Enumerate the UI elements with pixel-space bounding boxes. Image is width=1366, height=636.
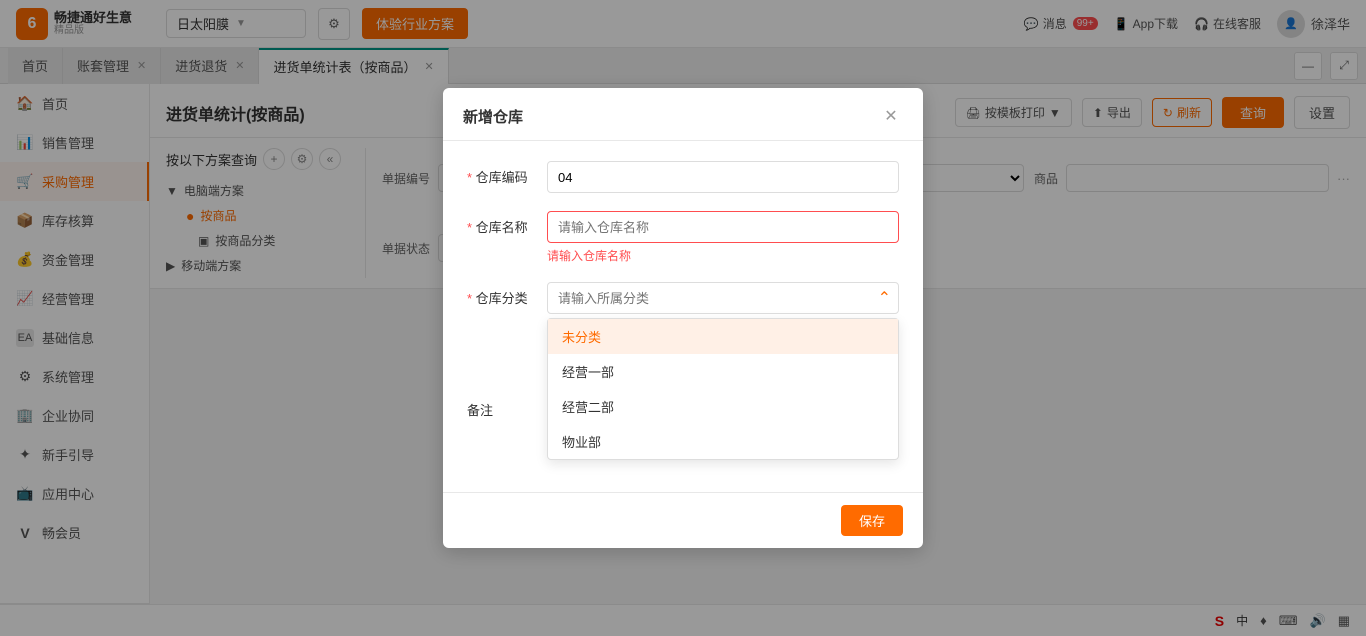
code-control [547, 161, 899, 193]
add-warehouse-dialog: 新增仓库 ✕ 仓库编码 仓库名称 请输入仓库名称 仓库分类 [443, 88, 923, 548]
category-input[interactable] [547, 282, 899, 314]
code-label: 仓库编码 [467, 161, 547, 186]
form-row-category: 仓库分类 ⌃ 未分类 经营一部 经营二部 物业部 [467, 282, 899, 314]
category-dropdown: 未分类 经营一部 经营二部 物业部 [547, 318, 899, 460]
dialog-header: 新增仓库 ✕ [443, 88, 923, 141]
dropdown-item-ops1[interactable]: 经营一部 [548, 354, 898, 389]
dialog-overlay[interactable]: 新增仓库 ✕ 仓库编码 仓库名称 请输入仓库名称 仓库分类 [0, 0, 1366, 636]
form-row-name: 仓库名称 请输入仓库名称 [467, 211, 899, 264]
dialog-title: 新增仓库 [463, 106, 523, 127]
dialog-footer: 保存 [443, 492, 923, 548]
name-label: 仓库名称 [467, 211, 547, 236]
warehouse-name-input[interactable] [547, 211, 899, 243]
warehouse-code-input[interactable] [547, 161, 899, 193]
remark-label: 备注 [467, 394, 547, 419]
category-control: ⌃ 未分类 经营一部 经营二部 物业部 [547, 282, 899, 314]
dialog-body: 仓库编码 仓库名称 请输入仓库名称 仓库分类 ⌃ [443, 141, 923, 492]
dropdown-item-uncategorized[interactable]: 未分类 [548, 319, 898, 354]
dialog-close-icon[interactable]: ✕ [879, 104, 903, 128]
category-select-wrap: ⌃ [547, 282, 899, 314]
category-label: 仓库分类 [467, 282, 547, 307]
form-row-code: 仓库编码 [467, 161, 899, 193]
name-control: 请输入仓库名称 [547, 211, 899, 264]
save-button[interactable]: 保存 [841, 505, 903, 536]
name-error-msg: 请输入仓库名称 [547, 247, 899, 264]
dropdown-item-property[interactable]: 物业部 [548, 424, 898, 459]
dropdown-item-ops2[interactable]: 经营二部 [548, 389, 898, 424]
